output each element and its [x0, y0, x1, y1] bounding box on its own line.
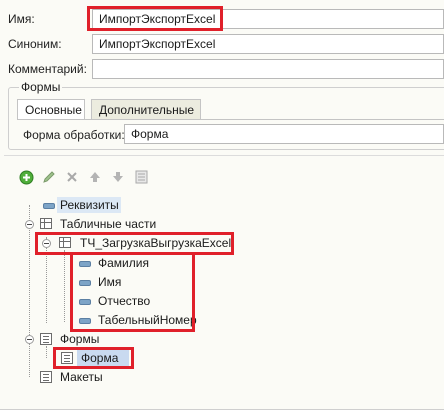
synonym-field[interactable]: ИмпортЭкспортExcel — [92, 34, 444, 54]
name-highlight-box — [87, 6, 223, 31]
tree-item-label: Формы — [60, 332, 100, 346]
tree-item-forms[interactable]: Формы — [22, 330, 132, 348]
tree-item-label: Табличные части — [60, 217, 157, 231]
tree-item-tabular-parts[interactable]: Табличные части — [22, 215, 182, 233]
collapse-icon[interactable] — [25, 220, 34, 229]
move-up-icon[interactable] — [87, 169, 103, 185]
add-icon[interactable] — [18, 169, 34, 185]
collapse-icon[interactable] — [25, 335, 34, 344]
object-properties-panel: Имя: ИмпортЭкспортExcel Синоним: ИмпортЭ… — [0, 0, 444, 410]
columns-highlight-box — [70, 252, 195, 332]
section-separator — [4, 155, 444, 156]
edit-icon[interactable] — [41, 169, 57, 185]
tree-line-table — [64, 250, 65, 322]
processing-form-field[interactable]: Форма — [124, 124, 444, 144]
tree-item-label: Реквизиты — [60, 198, 119, 212]
forms-icon — [40, 333, 52, 345]
comment-field[interactable] — [92, 59, 444, 79]
tab-main[interactable]: Основные — [17, 99, 85, 119]
delete-icon[interactable] — [64, 169, 80, 185]
attribute-icon — [43, 203, 55, 209]
table-icon — [40, 218, 52, 229]
tab-additional[interactable]: Дополнительные — [91, 99, 201, 119]
list-icon[interactable] — [133, 169, 149, 185]
comment-label: Комментарий: — [8, 62, 87, 76]
tree-item-label: Макеты — [60, 370, 103, 384]
tree-item-layouts[interactable]: Макеты — [22, 368, 122, 386]
form-highlight-box — [53, 347, 134, 369]
tree-item-requisites[interactable]: Реквизиты — [40, 196, 130, 214]
move-down-icon[interactable] — [110, 169, 126, 185]
synonym-label: Синоним: — [8, 37, 62, 51]
tab-divider — [17, 119, 444, 120]
processing-form-label: Форма обработки: — [23, 128, 125, 142]
name-label: Имя: — [8, 12, 35, 26]
layouts-icon — [40, 371, 52, 383]
forms-group-title: Формы — [19, 80, 63, 94]
